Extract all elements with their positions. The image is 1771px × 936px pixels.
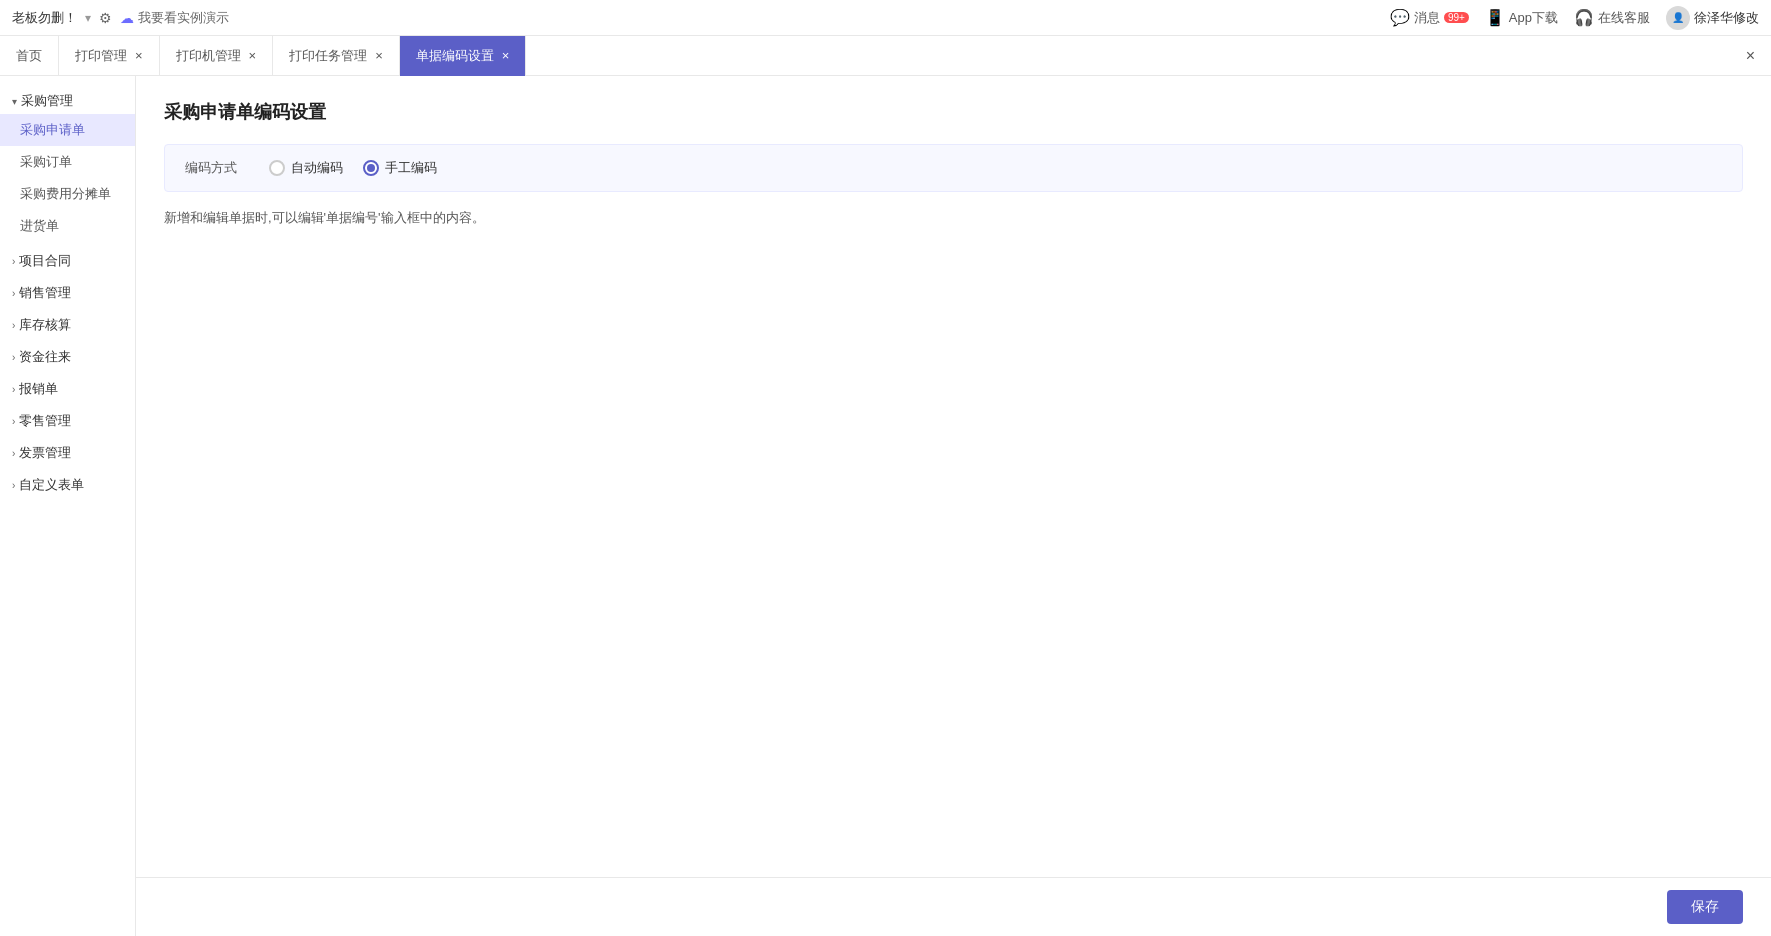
sidebar-group-retail-label: 零售管理 <box>19 412 71 430</box>
radio-manual-label: 手工编码 <box>385 159 437 177</box>
chevron-right-icon-invoice: › <box>12 448 15 459</box>
content-footer: 保存 <box>136 877 1771 936</box>
sidebar-group-inventory-label: 库存核算 <box>19 316 71 334</box>
radio-auto-label: 自动编码 <box>291 159 343 177</box>
sidebar-group-invoice: › 发票管理 <box>0 436 135 466</box>
tab-printer-management[interactable]: 打印机管理 × <box>160 36 274 76</box>
sidebar-group-expense: › 报销单 <box>0 372 135 402</box>
tab-home[interactable]: 首页 <box>0 36 59 76</box>
sidebar-group-inventory-header[interactable]: › 库存核算 <box>0 308 135 338</box>
sidebar-group-invoice-label: 发票管理 <box>19 444 71 462</box>
sidebar-item-stock-in[interactable]: 进货单 <box>0 210 135 242</box>
chevron-right-icon-inventory: › <box>12 320 15 331</box>
chevron-right-icon-fund: › <box>12 352 15 363</box>
sidebar-group-custom-label: 自定义表单 <box>19 476 84 494</box>
main-layout: ▾ 采购管理 采购申请单 采购订单 采购费用分摊单 进货单 › 项目合同 <box>0 76 1771 936</box>
sidebar-item-stock-in-label: 进货单 <box>20 218 59 233</box>
tab-printer-management-label: 打印机管理 <box>176 47 241 65</box>
message-action[interactable]: 💬 消息 99+ <box>1390 8 1469 27</box>
save-button[interactable]: 保存 <box>1667 890 1743 924</box>
top-bar-right: 💬 消息 99+ 📱 App下载 🎧 在线客服 👤 徐泽华修改 <box>1390 6 1759 30</box>
message-icon: 💬 <box>1390 8 1410 27</box>
chevron-right-icon-retail: › <box>12 416 15 427</box>
sidebar-group-project-label: 项目合同 <box>19 252 71 270</box>
brand-text: 老板勿删！ <box>12 9 77 27</box>
sidebar-group-project: › 项目合同 <box>0 244 135 274</box>
sidebar-item-purchase-order-label: 采购订单 <box>20 154 72 169</box>
sidebar-group-sales: › 销售管理 <box>0 276 135 306</box>
app-download-icon: 📱 <box>1485 8 1505 27</box>
tab-home-label: 首页 <box>16 47 42 65</box>
tab-print-management-close[interactable]: × <box>135 48 143 63</box>
sidebar-item-purchase-request-label: 采购申请单 <box>20 122 85 137</box>
tab-print-task[interactable]: 打印任务管理 × <box>273 36 400 76</box>
message-label: 消息 <box>1414 9 1440 27</box>
sidebar-group-purchase: ▾ 采购管理 采购申请单 采购订单 采购费用分摊单 进货单 <box>0 84 135 242</box>
tab-print-task-close[interactable]: × <box>375 48 383 63</box>
chevron-right-icon-expense: › <box>12 384 15 395</box>
app-download-action[interactable]: 📱 App下载 <box>1485 8 1558 27</box>
radio-manual-circle <box>363 160 379 176</box>
message-badge: 99+ <box>1444 12 1469 23</box>
sidebar-group-sales-header[interactable]: › 销售管理 <box>0 276 135 306</box>
tab-encoding-settings-label: 单据编码设置 <box>416 47 494 65</box>
app-download-label: App下载 <box>1509 9 1558 27</box>
sidebar-group-custom-header[interactable]: › 自定义表单 <box>0 468 135 498</box>
gear-icon[interactable]: ⚙ <box>99 10 112 26</box>
content-inner: 采购申请单编码设置 编码方式 自动编码 手工编码 新增和编辑单据时,可以编辑'单… <box>136 76 1771 877</box>
sidebar: ▾ 采购管理 采购申请单 采购订单 采购费用分摊单 进货单 › 项目合同 <box>0 76 136 936</box>
sidebar-group-project-header[interactable]: › 项目合同 <box>0 244 135 274</box>
avatar: 👤 <box>1666 6 1690 30</box>
sidebar-item-purchase-expense[interactable]: 采购费用分摊单 <box>0 178 135 210</box>
sidebar-item-purchase-request[interactable]: 采购申请单 <box>0 114 135 146</box>
hint-text: 新增和编辑单据时,可以编辑'单据编号'输入框中的内容。 <box>164 208 1743 229</box>
encoding-section: 编码方式 自动编码 手工编码 <box>164 144 1743 192</box>
tab-printer-management-close[interactable]: × <box>249 48 257 63</box>
page-close-btn[interactable]: × <box>1730 47 1771 65</box>
radio-group: 自动编码 手工编码 <box>269 159 437 177</box>
chevron-right-icon-project: › <box>12 256 15 267</box>
sidebar-group-fund-label: 资金往来 <box>19 348 71 366</box>
sidebar-group-expense-header[interactable]: › 报销单 <box>0 372 135 402</box>
tab-print-management[interactable]: 打印管理 × <box>59 36 160 76</box>
user-name: 徐泽华修改 <box>1694 9 1759 27</box>
brand-chevron-icon[interactable]: ▾ <box>85 11 91 25</box>
sidebar-group-custom: › 自定义表单 <box>0 468 135 498</box>
demo-text: 我要看实例演示 <box>138 9 229 27</box>
sidebar-item-purchase-expense-label: 采购费用分摊单 <box>20 186 111 201</box>
sidebar-group-sales-label: 销售管理 <box>19 284 71 302</box>
sidebar-group-retail-header[interactable]: › 零售管理 <box>0 404 135 434</box>
encoding-label: 编码方式 <box>185 159 237 177</box>
sidebar-group-fund: › 资金往来 <box>0 340 135 370</box>
sidebar-group-purchase-header[interactable]: ▾ 采购管理 <box>0 84 135 114</box>
chevron-right-icon-custom: › <box>12 480 15 491</box>
radio-manual[interactable]: 手工编码 <box>363 159 437 177</box>
sidebar-group-expense-label: 报销单 <box>19 380 58 398</box>
tab-encoding-settings-close[interactable]: × <box>502 48 510 63</box>
top-bar: 老板勿删！ ▾ ⚙ ☁ 我要看实例演示 💬 消息 99+ 📱 App下载 🎧 在… <box>0 0 1771 36</box>
sidebar-group-inventory: › 库存核算 <box>0 308 135 338</box>
tab-print-management-label: 打印管理 <box>75 47 127 65</box>
content-area: 采购申请单编码设置 编码方式 自动编码 手工编码 新增和编辑单据时,可以编辑'单… <box>136 76 1771 936</box>
sidebar-group-retail: › 零售管理 <box>0 404 135 434</box>
sidebar-group-invoice-header[interactable]: › 发票管理 <box>0 436 135 466</box>
top-bar-left: 老板勿删！ ▾ ⚙ ☁ 我要看实例演示 <box>12 9 229 27</box>
tab-encoding-settings[interactable]: 单据编码设置 × <box>400 36 527 76</box>
chevron-right-icon-sales: › <box>12 288 15 299</box>
radio-auto[interactable]: 自动编码 <box>269 159 343 177</box>
online-support-label: 在线客服 <box>1598 9 1650 27</box>
page-title: 采购申请单编码设置 <box>164 100 1743 124</box>
online-support-action[interactable]: 🎧 在线客服 <box>1574 8 1650 27</box>
tab-bar: 首页 打印管理 × 打印机管理 × 打印任务管理 × 单据编码设置 × × <box>0 36 1771 76</box>
headset-icon: 🎧 <box>1574 8 1594 27</box>
radio-auto-circle <box>269 160 285 176</box>
chevron-down-icon: ▾ <box>12 96 17 107</box>
sidebar-item-purchase-order[interactable]: 采购订单 <box>0 146 135 178</box>
tab-print-task-label: 打印任务管理 <box>289 47 367 65</box>
sidebar-group-purchase-label: 采购管理 <box>21 92 73 110</box>
demo-link[interactable]: ☁ 我要看实例演示 <box>120 9 229 27</box>
user-info[interactable]: 👤 徐泽华修改 <box>1666 6 1759 30</box>
demo-icon: ☁ <box>120 10 134 26</box>
sidebar-group-fund-header[interactable]: › 资金往来 <box>0 340 135 370</box>
